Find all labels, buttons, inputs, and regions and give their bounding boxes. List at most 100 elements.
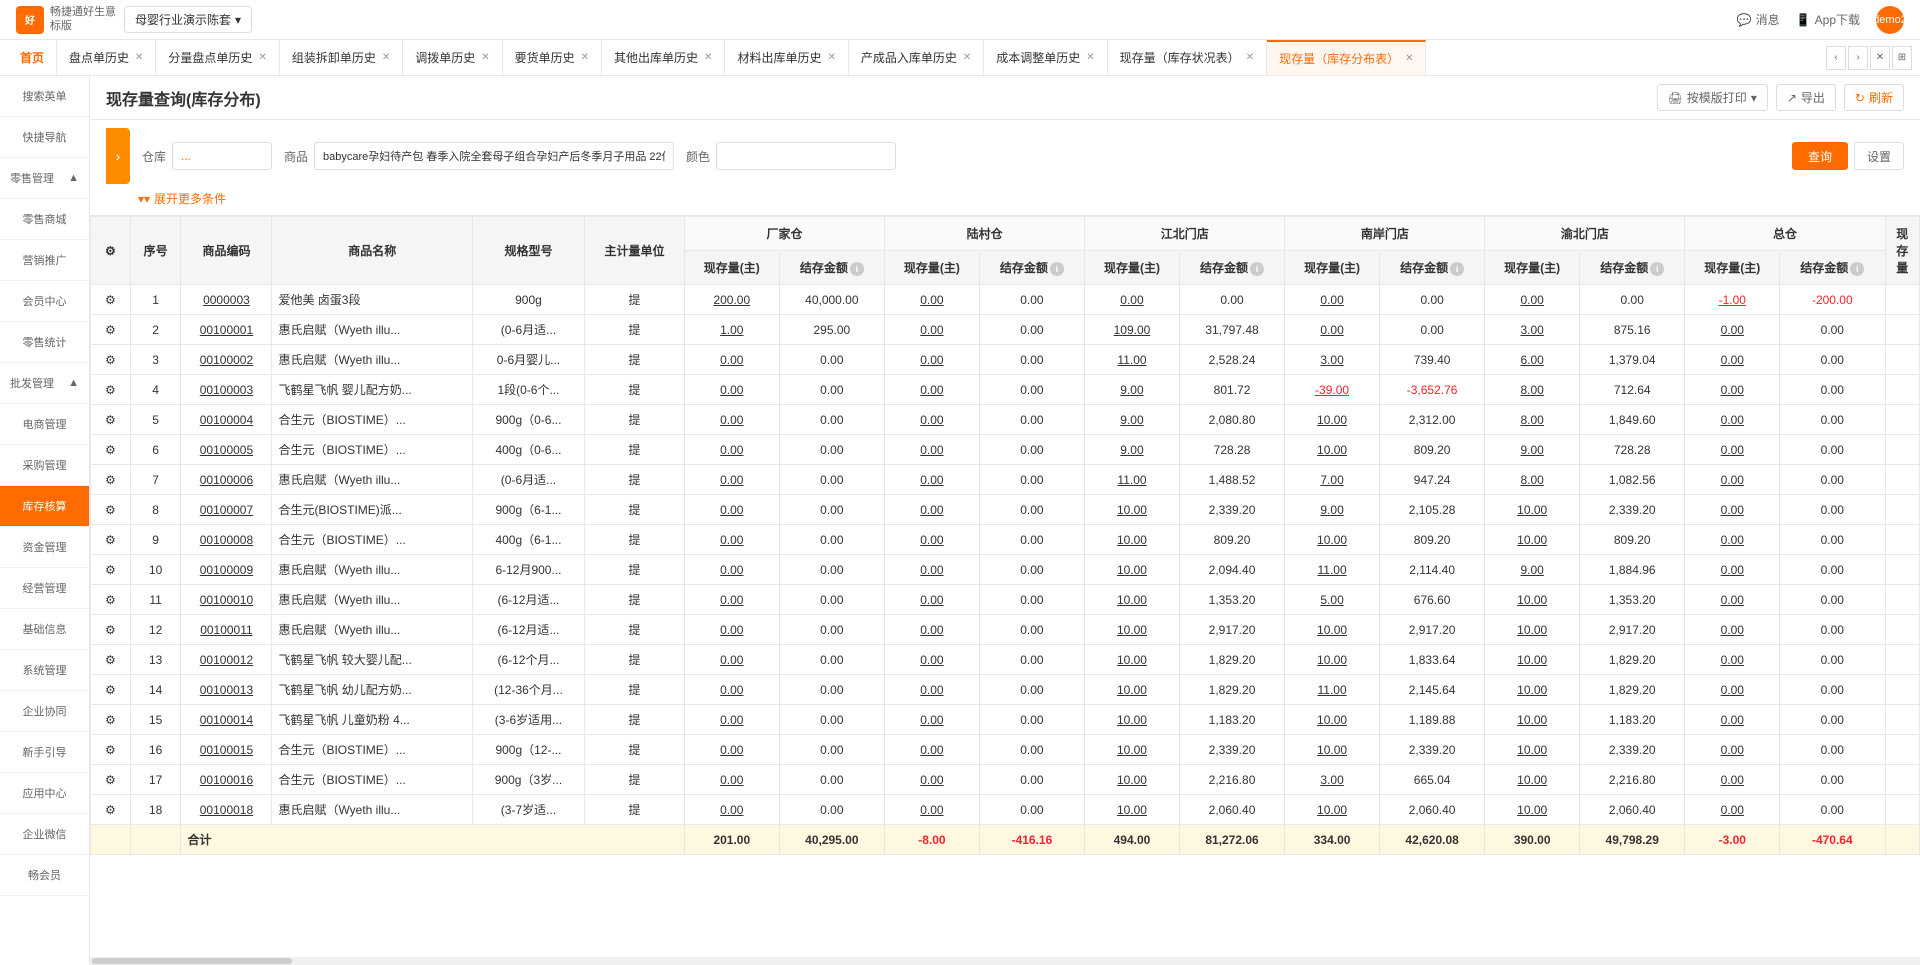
row-tot-qty[interactable]: 0.00 bbox=[1685, 315, 1780, 345]
row-tot-qty[interactable]: 0.00 bbox=[1685, 465, 1780, 495]
row-jb-qty[interactable]: 10.00 bbox=[1085, 735, 1180, 765]
sidebar-item-weixin[interactable]: 企业微信 bbox=[0, 814, 89, 855]
row-na-qty[interactable]: 10.00 bbox=[1285, 525, 1380, 555]
tab-fraction-count[interactable]: 分量盘点单历史 ✕ bbox=[156, 40, 279, 76]
close-icon[interactable]: ✕ bbox=[1246, 52, 1254, 63]
sidebar-item-apps[interactable]: 应用中心 bbox=[0, 773, 89, 814]
row-code[interactable]: 00100010 bbox=[181, 585, 272, 615]
row-l-qty[interactable]: 0.00 bbox=[885, 285, 980, 315]
search-button[interactable]: 查询 bbox=[1792, 142, 1848, 170]
sidebar-item-wholesale[interactable]: 批发管理 ▲ bbox=[0, 363, 89, 404]
row-na-qty[interactable]: 5.00 bbox=[1285, 585, 1380, 615]
gear-icon[interactable]: ⚙ bbox=[105, 713, 116, 727]
row-gear[interactable]: ⚙ bbox=[91, 645, 131, 675]
close-icon[interactable]: ✕ bbox=[963, 52, 971, 63]
gear-icon[interactable]: ⚙ bbox=[105, 773, 116, 787]
store-selector[interactable]: 母婴行业演示陈套 ▾ bbox=[124, 6, 252, 33]
row-yb-qty[interactable]: 10.00 bbox=[1485, 495, 1580, 525]
row-f-qty[interactable]: 0.00 bbox=[685, 645, 780, 675]
close-icon[interactable]: ✕ bbox=[481, 52, 489, 63]
row-l-qty[interactable]: 0.00 bbox=[885, 405, 980, 435]
nav-next-arrow[interactable]: › bbox=[1848, 46, 1868, 70]
row-f-qty[interactable]: 0.00 bbox=[685, 675, 780, 705]
sidebar-item-nav[interactable]: 快捷导航 bbox=[0, 117, 89, 158]
row-jb-qty[interactable]: 10.00 bbox=[1085, 645, 1180, 675]
info-icon[interactable]: i bbox=[1050, 262, 1064, 276]
row-code[interactable]: 00100001 bbox=[181, 315, 272, 345]
row-yb-qty[interactable]: 10.00 bbox=[1485, 585, 1580, 615]
row-tot-qty[interactable]: 0.00 bbox=[1685, 495, 1780, 525]
row-code[interactable]: 00100003 bbox=[181, 375, 272, 405]
row-f-qty[interactable]: 0.00 bbox=[685, 525, 780, 555]
row-na-qty[interactable]: 10.00 bbox=[1285, 795, 1380, 825]
gear-icon[interactable]: ⚙ bbox=[105, 683, 116, 697]
gear-icon[interactable]: ⚙ bbox=[105, 563, 116, 577]
nav-prev-arrow[interactable]: ‹ bbox=[1826, 46, 1846, 70]
tab-product-in[interactable]: 产成品入库单历史 ✕ bbox=[849, 40, 984, 76]
info-icon[interactable]: i bbox=[1450, 262, 1464, 276]
row-code[interactable]: 00100015 bbox=[181, 735, 272, 765]
close-icon[interactable]: ✕ bbox=[827, 52, 835, 63]
row-na-qty[interactable]: 11.00 bbox=[1285, 555, 1380, 585]
row-tot-qty[interactable]: 0.00 bbox=[1685, 525, 1780, 555]
row-code[interactable]: 00100008 bbox=[181, 525, 272, 555]
sidebar-item-enterprise[interactable]: 企业协同 bbox=[0, 691, 89, 732]
tab-transfer[interactable]: 调拨单历史 ✕ bbox=[403, 40, 502, 76]
row-tot-qty[interactable]: 0.00 bbox=[1685, 735, 1780, 765]
row-jb-qty[interactable]: 10.00 bbox=[1085, 705, 1180, 735]
row-gear[interactable]: ⚙ bbox=[91, 735, 131, 765]
gear-icon[interactable]: ⚙ bbox=[105, 593, 116, 607]
sidebar-item-search[interactable]: 搜索英单 bbox=[0, 76, 89, 117]
row-code[interactable]: 00100012 bbox=[181, 645, 272, 675]
sidebar-item-finance[interactable]: 资金管理 bbox=[0, 527, 89, 568]
row-f-qty[interactable]: 0.00 bbox=[685, 495, 780, 525]
row-tot-qty[interactable]: 0.00 bbox=[1685, 555, 1780, 585]
row-jb-qty[interactable]: 0.00 bbox=[1085, 285, 1180, 315]
close-icon[interactable]: ✕ bbox=[382, 52, 390, 63]
row-gear[interactable]: ⚙ bbox=[91, 405, 131, 435]
row-na-qty[interactable]: 0.00 bbox=[1285, 315, 1380, 345]
row-yb-qty[interactable]: 10.00 bbox=[1485, 795, 1580, 825]
row-tot-qty[interactable]: 0.00 bbox=[1685, 345, 1780, 375]
row-l-qty[interactable]: 0.00 bbox=[885, 765, 980, 795]
row-f-qty[interactable]: 200.00 bbox=[685, 285, 780, 315]
row-jb-qty[interactable]: 9.00 bbox=[1085, 405, 1180, 435]
row-jb-qty[interactable]: 10.00 bbox=[1085, 615, 1180, 645]
print-button[interactable]: 🖨 按模版打印 ▾ bbox=[1657, 84, 1768, 111]
row-gear[interactable]: ⚙ bbox=[91, 675, 131, 705]
nav-close-btn[interactable]: ✕ bbox=[1870, 46, 1890, 70]
row-l-qty[interactable]: 0.00 bbox=[885, 615, 980, 645]
close-icon[interactable]: ✕ bbox=[135, 52, 143, 63]
row-yb-qty[interactable]: 9.00 bbox=[1485, 435, 1580, 465]
tab-requisition[interactable]: 要货单历史 ✕ bbox=[503, 40, 602, 76]
gear-icon[interactable]: ⚙ bbox=[105, 653, 116, 667]
sidebar-item-base[interactable]: 基础信息 bbox=[0, 609, 89, 650]
row-l-qty[interactable]: 0.00 bbox=[885, 315, 980, 345]
close-icon[interactable]: ✕ bbox=[1405, 53, 1413, 64]
row-tot-qty[interactable]: 0.00 bbox=[1685, 675, 1780, 705]
row-code[interactable]: 00100009 bbox=[181, 555, 272, 585]
setting-button[interactable]: 设置 bbox=[1854, 142, 1904, 170]
row-l-qty[interactable]: 0.00 bbox=[885, 735, 980, 765]
row-na-qty[interactable]: -39.00 bbox=[1285, 375, 1380, 405]
export-button[interactable]: ↗ 导出 bbox=[1776, 84, 1836, 111]
sidebar-item-member2[interactable]: 畅会员 bbox=[0, 855, 89, 896]
warehouse-input[interactable] bbox=[172, 142, 272, 170]
row-l-qty[interactable]: 0.00 bbox=[885, 495, 980, 525]
tab-home[interactable]: 首页 bbox=[8, 40, 57, 76]
row-gear[interactable]: ⚙ bbox=[91, 315, 131, 345]
row-na-qty[interactable]: 11.00 bbox=[1285, 675, 1380, 705]
row-tot-qty[interactable]: 0.00 bbox=[1685, 405, 1780, 435]
row-tot-qty[interactable]: 0.00 bbox=[1685, 375, 1780, 405]
row-jb-qty[interactable]: 9.00 bbox=[1085, 435, 1180, 465]
row-f-qty[interactable]: 0.00 bbox=[685, 345, 780, 375]
gear-icon[interactable]: ⚙ bbox=[105, 803, 116, 817]
row-tot-qty[interactable]: 0.00 bbox=[1685, 645, 1780, 675]
row-tot-qty[interactable]: 0.00 bbox=[1685, 585, 1780, 615]
row-code[interactable]: 00100016 bbox=[181, 765, 272, 795]
row-na-qty[interactable]: 10.00 bbox=[1285, 705, 1380, 735]
tab-assembly[interactable]: 组装拆卸单历史 ✕ bbox=[280, 40, 403, 76]
row-code[interactable]: 00100002 bbox=[181, 345, 272, 375]
close-icon[interactable]: ✕ bbox=[581, 52, 589, 63]
row-yb-qty[interactable]: 10.00 bbox=[1485, 675, 1580, 705]
